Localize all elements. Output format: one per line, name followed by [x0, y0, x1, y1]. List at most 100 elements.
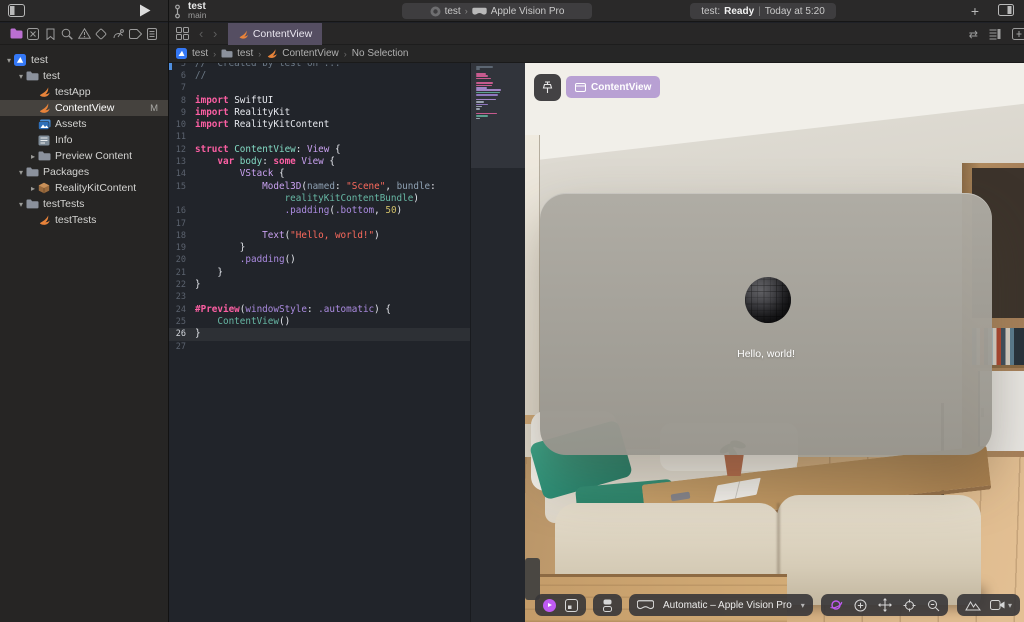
forward-button[interactable]: › [213, 26, 217, 41]
file-tree-item-test[interactable]: ▾test [0, 68, 168, 84]
code-line: 19 } [169, 242, 470, 254]
scheme-destination: Apple Vision Pro [491, 6, 565, 17]
code-line: 20 .padding() [169, 254, 470, 266]
disclosure-chevron-icon[interactable]: ▸ [28, 184, 38, 193]
breadcrumb-project[interactable]: test [176, 48, 208, 59]
breadcrumb-folder[interactable]: test [221, 48, 253, 59]
source-editor[interactable]: 5// Created by test on ...6//78import Sw… [169, 63, 470, 622]
line-number: 7 [169, 82, 195, 94]
code-line: 14 VStack { [169, 168, 470, 180]
test-navigator-icon[interactable] [94, 27, 108, 41]
file-name: RealityKitContent [55, 182, 136, 194]
line-number: 26 [169, 328, 195, 340]
code-line: 11 [169, 131, 470, 143]
live-preview-button[interactable] [543, 599, 556, 612]
preview-canvas[interactable]: Hello, world! ContentView Automatic – Ap… [525, 63, 1024, 622]
minimap-line [476, 78, 491, 80]
pan-button[interactable] [878, 598, 892, 612]
run-button[interactable] [139, 4, 151, 17]
minimap-line [476, 113, 497, 115]
sidebar-toggle-button[interactable] [8, 4, 25, 17]
disclosure-chevron-icon[interactable]: ▾ [16, 200, 26, 209]
debug-navigator-icon[interactable] [111, 27, 125, 41]
magnify-button[interactable] [927, 599, 940, 612]
file-tree-item-testtests[interactable]: testTests [0, 212, 168, 228]
source-control-navigator-icon[interactable] [26, 27, 40, 41]
bookmark-navigator-icon[interactable] [43, 27, 57, 41]
minimap-bars [476, 66, 501, 122]
vision-pro-icon [472, 7, 487, 16]
disclosure-chevron-icon[interactable]: ▾ [16, 168, 26, 177]
add-button[interactable]: + [966, 2, 984, 20]
minimap-line [476, 94, 498, 96]
activity-status[interactable]: test: Ready | Today at 5:20 [690, 3, 836, 19]
issue-navigator-icon[interactable] [77, 27, 91, 41]
swap-editor-icon[interactable]: ⇄ [969, 28, 978, 41]
chevron-down-icon: ▾ [801, 601, 805, 610]
breadcrumb-selection[interactable]: No Selection [352, 48, 409, 59]
3d-sphere-model[interactable] [745, 277, 791, 323]
breadcrumb-file[interactable]: ContentView [266, 48, 339, 59]
swift-icon [266, 48, 278, 59]
project-icon [176, 48, 188, 59]
file-tree-item-test[interactable]: ▾ test [0, 52, 168, 68]
file-name: test [31, 54, 48, 66]
tab-contentview[interactable]: ContentView [228, 23, 322, 45]
line-number [169, 193, 195, 205]
file-name: Preview Content [55, 150, 132, 162]
disclosure-chevron-icon[interactable]: ▾ [16, 72, 26, 81]
line-number: 17 [169, 218, 195, 230]
file-tree-item-testtests[interactable]: ▾testTests [0, 196, 168, 212]
file-tree-item-preview-content[interactable]: ▸ Preview Content [0, 148, 168, 164]
file-tree-item-info[interactable]: Info [0, 132, 168, 148]
appearance-button[interactable] [593, 594, 622, 616]
contentview-tag[interactable]: ContentView [566, 76, 660, 98]
visionos-window[interactable]: Hello, world! [540, 193, 992, 455]
file-tree-item-realitykitcontent[interactable]: ▸ RealityKitContent [0, 180, 168, 196]
pin-preview-button[interactable] [534, 74, 561, 101]
camera-angle-button[interactable]: ▾ [990, 600, 1012, 610]
line-number: 10 [169, 119, 195, 131]
back-button[interactable]: ‹ [199, 26, 203, 41]
library-icon[interactable] [998, 4, 1014, 16]
xcode-window: test main test › Apple Vision Pro test: … [0, 0, 1024, 622]
window-icon [575, 83, 586, 92]
variants-button[interactable] [565, 599, 578, 612]
disclosure-chevron-icon[interactable]: ▸ [28, 152, 38, 161]
zoom-in-button[interactable] [854, 599, 867, 612]
editor-minimap[interactable] [470, 63, 525, 622]
orbit-button[interactable] [829, 598, 843, 612]
report-navigator-icon[interactable] [145, 27, 159, 41]
vision-pro-icon [637, 600, 654, 610]
editor-tab-bar: ‹ › ContentView ⇄ [169, 23, 1024, 45]
minimap-options-icon[interactable] [989, 28, 1001, 40]
scheme-selector[interactable]: test › Apple Vision Pro [402, 3, 592, 19]
center-button[interactable] [903, 599, 916, 612]
code-line: 8import SwiftUI [169, 95, 470, 107]
file-tree-item-assets[interactable]: Assets [0, 116, 168, 132]
file-tree-item-testapp[interactable]: testApp [0, 84, 168, 100]
line-number: 18 [169, 230, 195, 242]
file-tree-item-packages[interactable]: ▾Packages [0, 164, 168, 180]
sidebar-divider[interactable] [168, 0, 169, 622]
minimap-line [476, 75, 488, 77]
folder-icon [26, 70, 39, 82]
environment-button[interactable] [965, 600, 981, 611]
disclosure-chevron-icon[interactable]: ▾ [4, 56, 14, 65]
minimap-line [476, 73, 486, 75]
breakpoint-navigator-icon[interactable] [128, 27, 142, 41]
preview-controls-right: ▾ [821, 594, 1020, 616]
code-text: struct ContentView: View { [195, 144, 341, 156]
code-line: 7 [169, 82, 470, 94]
scheme-branch[interactable]: test main [172, 0, 206, 22]
project-navigator-icon[interactable] [9, 27, 23, 41]
related-items-icon[interactable] [176, 27, 189, 40]
split-editor-icon[interactable] [1012, 28, 1024, 40]
project-navigator: ▾test▾testtestAppContentViewMAssetsInfo▸… [0, 45, 168, 622]
device-selector[interactable]: Automatic – Apple Vision Pro ▾ [629, 594, 813, 616]
find-navigator-icon[interactable] [60, 27, 74, 41]
line-number: 12 [169, 144, 195, 156]
file-tree-item-contentview[interactable]: ContentViewM [0, 100, 168, 116]
code-text: #Preview(windowStyle: .automatic) { [195, 304, 391, 316]
code-text: .padding() [195, 254, 296, 266]
